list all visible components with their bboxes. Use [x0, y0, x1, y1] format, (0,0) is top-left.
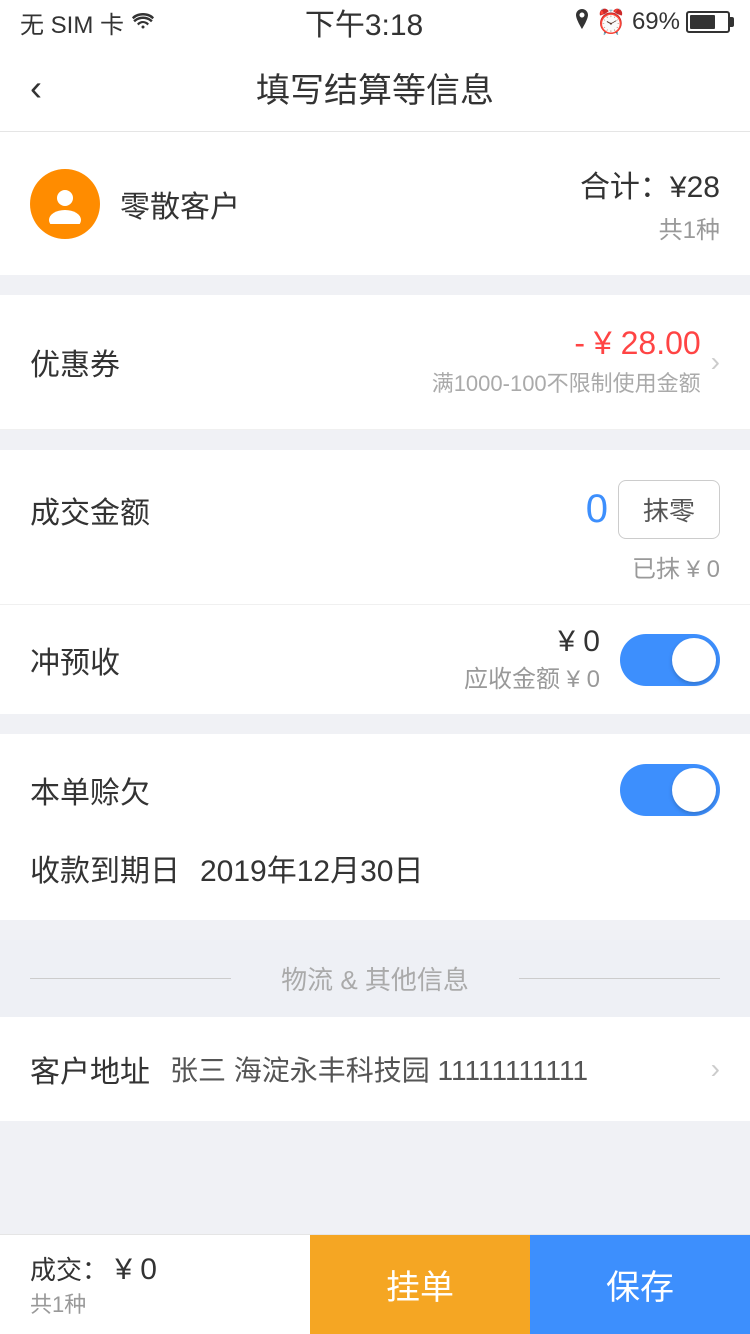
save-button[interactable]: 保存: [530, 1235, 750, 1334]
prepay-label: 冲预收: [30, 638, 120, 682]
debt-toggle-knob: [672, 768, 716, 812]
pending-button[interactable]: 挂单: [310, 1235, 530, 1334]
address-value: 张三 海淀永丰科技园 11111111111: [170, 1049, 711, 1089]
due-date-row: 收款到期日 2019年12月30日: [30, 846, 720, 890]
prepay-values: ¥ 0 应收金额 ¥ 0: [464, 625, 600, 694]
debt-toggle[interactable]: [620, 764, 720, 816]
alarm-icon: ⏰: [596, 8, 626, 37]
status-right: ⏰ 69%: [574, 8, 730, 37]
toggle-knob: [672, 638, 716, 682]
page-title: 填写结算等信息: [256, 63, 494, 112]
transaction-sub: 已抹 ¥ 0: [0, 549, 750, 604]
transaction-row: 成交金额 0 抹零: [0, 450, 750, 549]
due-date-value: 2019年12月30日: [200, 846, 423, 890]
coupon-row[interactable]: 优惠券 - ¥ 28.00 满1000-100不限制使用金额 ›: [0, 295, 750, 430]
location-icon: [574, 8, 590, 36]
debt-label: 本单赊欠: [30, 768, 150, 812]
status-time: 下午3:18: [305, 0, 423, 44]
bottom-info: 成交： ¥ 0 共1种: [0, 1250, 310, 1319]
logistics-divider: 物流 & 其他信息: [0, 940, 750, 1017]
coupon-right: - ¥ 28.00 满1000-100不限制使用金额 ›: [432, 325, 720, 399]
customer-left: 零散客户: [30, 169, 240, 239]
wifi-icon: [132, 8, 154, 36]
battery-icon: [686, 11, 730, 33]
status-left: 无 SIM 卡: [20, 5, 154, 40]
total-count: 共1种: [580, 210, 720, 245]
customer-row: 零散客户 合计：¥28 共1种: [0, 132, 750, 275]
bottom-deal-amount: ¥ 0: [115, 1253, 157, 1286]
coupon-label: 优惠券: [30, 340, 120, 384]
coupon-value: - ¥ 28.00 满1000-100不限制使用金额: [432, 325, 701, 399]
debt-row: 本单赊欠: [30, 764, 720, 816]
bottom-bar: 成交： ¥ 0 共1种 挂单 保存: [0, 1234, 750, 1334]
address-label: 客户地址: [30, 1047, 150, 1091]
transaction-section: 成交金额 0 抹零 已抹 ¥ 0 冲预收 ¥ 0 应收金额 ¥ 0: [0, 450, 750, 714]
divider-line: 物流 & 其他信息: [0, 960, 750, 997]
customer-avatar: [30, 169, 100, 239]
battery-text: 69%: [632, 8, 680, 36]
bottom-count: 共1种: [30, 1287, 280, 1319]
bottom-deal-label: 成交：: [30, 1255, 108, 1285]
coupon-note: 满1000-100不限制使用金额: [432, 371, 701, 396]
logistics-label: 物流 & 其他信息: [281, 960, 469, 997]
transaction-label: 成交金额: [30, 488, 150, 532]
back-button[interactable]: ‹: [30, 67, 42, 109]
prepay-main-value: ¥ 0: [464, 625, 600, 659]
bottom-deal: 成交： ¥ 0: [30, 1250, 280, 1287]
status-bar: 无 SIM 卡 下午3:18 ⏰ 69%: [0, 0, 750, 44]
customer-right: 合计：¥28 共1种: [580, 162, 720, 245]
prepay-toggle[interactable]: [620, 634, 720, 686]
debt-section: 本单赊欠 收款到期日 2019年12月30日: [0, 734, 750, 920]
total-amount: 合计：¥28: [580, 162, 720, 206]
prepay-right: ¥ 0 应收金额 ¥ 0: [464, 625, 720, 694]
transaction-value: 0: [586, 487, 608, 532]
transaction-right: 0 抹零: [586, 480, 720, 539]
coupon-section: 优惠券 - ¥ 28.00 满1000-100不限制使用金额 ›: [0, 295, 750, 430]
nav-bar: ‹ 填写结算等信息: [0, 44, 750, 132]
prepay-sub-value: 应收金额 ¥ 0: [464, 659, 600, 694]
due-date-label: 收款到期日: [30, 846, 180, 890]
carrier-text: 无 SIM 卡: [20, 5, 124, 40]
address-chevron-icon: ›: [711, 1053, 720, 1085]
chevron-right-icon: ›: [711, 346, 720, 378]
main-content: 零散客户 合计：¥28 共1种 优惠券 - ¥ 28.00 满1000-100不…: [0, 132, 750, 1231]
customer-name: 零散客户: [120, 182, 240, 226]
prepay-row: 冲预收 ¥ 0 应收金额 ¥ 0: [0, 604, 750, 714]
coupon-discount: - ¥ 28.00: [432, 325, 701, 362]
address-section[interactable]: 客户地址 张三 海淀永丰科技园 11111111111 ›: [0, 1017, 750, 1121]
round-button[interactable]: 抹零: [618, 480, 720, 539]
